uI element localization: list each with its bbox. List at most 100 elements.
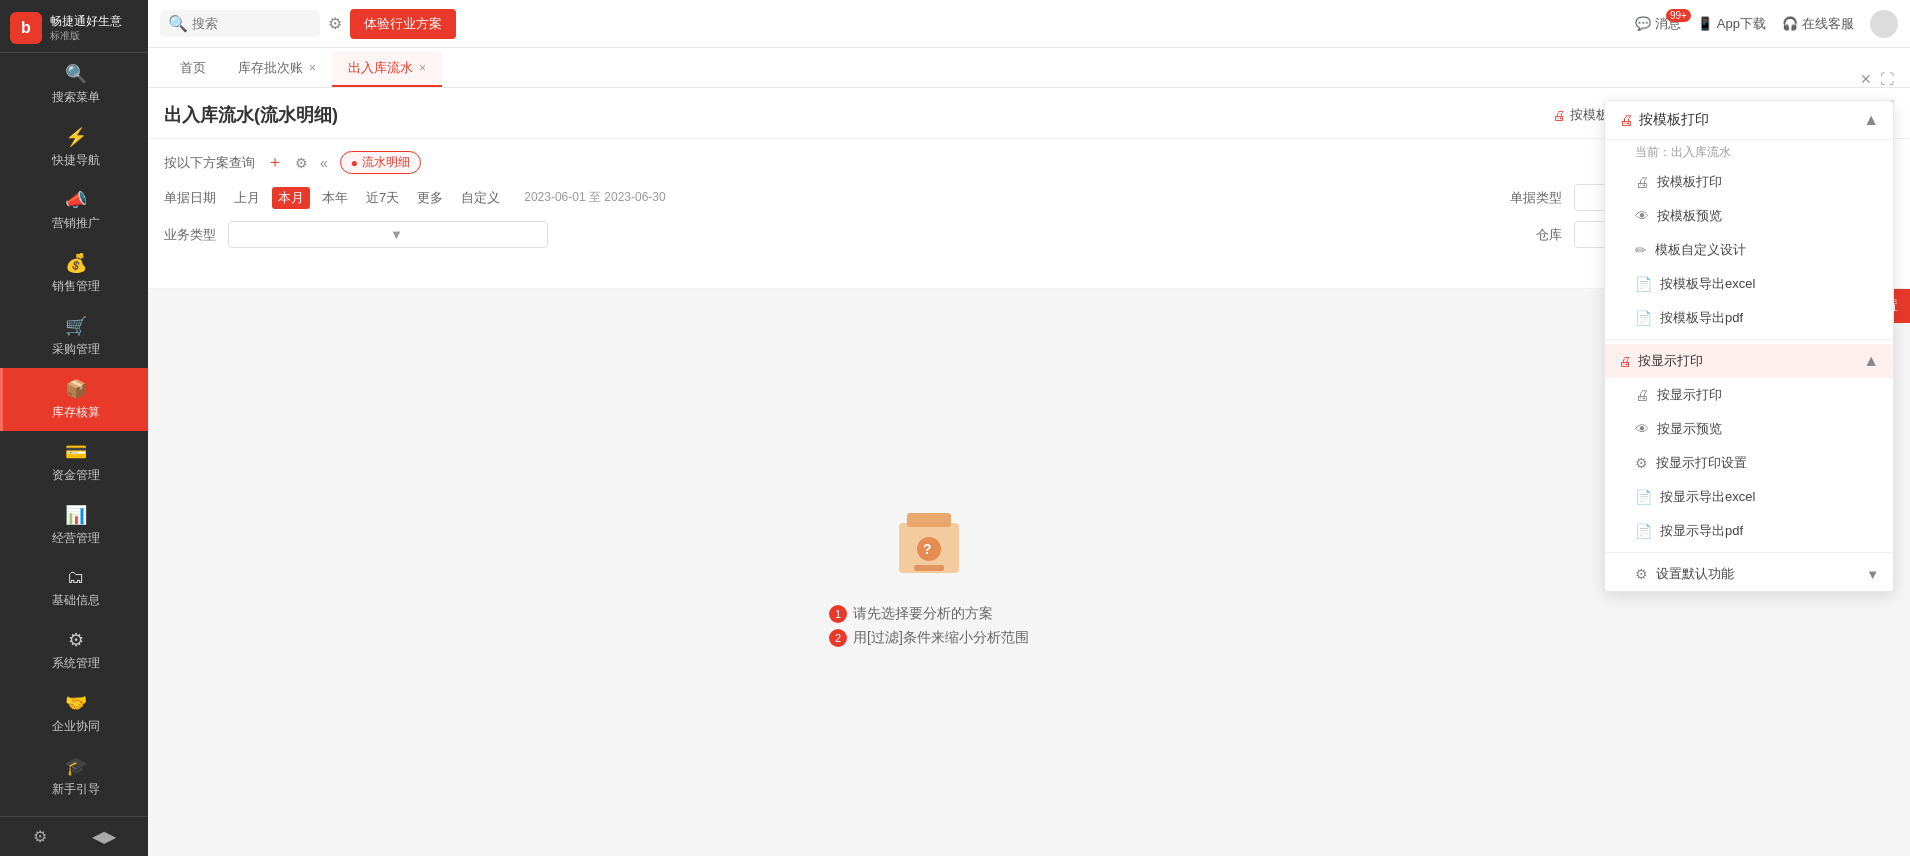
dropdown-item-template-custom[interactable]: ✏ 模板自定义设计 [1605,233,1893,267]
dropdown-current-label: 当前：出入库流水 [1605,140,1893,165]
warehouse-label: 仓库 [1536,226,1562,244]
dropdown-item-template-pdf[interactable]: 📄 按模板导出pdf [1605,301,1893,335]
basic-icon: 🗂 [67,567,85,588]
sidebar-label-enterprise: 企业协同 [52,718,100,735]
app-badge: 标准版 [50,29,122,43]
set-default-label: 设置默认功能 [1656,565,1734,583]
sidebar-item-operation[interactable]: 📊 经营管理 [0,494,148,557]
biz-type-dropdown-icon: ▼ [390,227,537,242]
empty-state: ? 1 请先选择要分析的方案 2 用[过滤]条件来缩小分析范围 [829,493,1029,653]
finance-icon: 💳 [65,441,87,463]
messages-button[interactable]: 💬 消息 99+ [1635,15,1681,33]
dropdown-item-template-preview[interactable]: 👁 按模板预览 [1605,199,1893,233]
main-content: 🔍 ⚙ 体验行业方案 💬 消息 99+ 📱 App下载 🎧 在线客服 [148,0,1910,856]
sidebar-logo: b 畅捷通好生意 标准版 [0,0,148,53]
industry-solution-button[interactable]: 体验行业方案 [350,9,456,39]
dropdown-item-set-default[interactable]: ⚙ 设置默认功能 ▼ [1605,557,1893,591]
filter-setting-button[interactable]: ⚙ [295,155,308,171]
sidebar-item-sales[interactable]: 💰 销售管理 [0,242,148,305]
biz-type-select[interactable]: ▼ [228,221,548,248]
tab-inventory-batch-label: 库存批次账 [238,59,303,77]
dropdown-collapse-arrow[interactable]: ▲ [1863,111,1879,129]
sidebar-item-purchase[interactable]: 🛒 采购管理 [0,305,148,368]
date-tabs: 上月 本月 本年 近7天 更多 自定义 [228,187,506,209]
display-print-section-icon: 🖨 [1619,354,1632,369]
tab-flow-close[interactable]: × [419,61,426,75]
dropdown-item-template-excel[interactable]: 📄 按模板导出excel [1605,267,1893,301]
tab-home[interactable]: 首页 [164,51,222,87]
sidebar-item-guide[interactable]: 🎓 新手引导 [0,745,148,808]
operation-icon: 📊 [65,504,87,526]
sidebar-item-quick-nav[interactable]: ⚡ 快捷导航 [0,116,148,179]
template-print-item-label: 按模板打印 [1657,173,1722,191]
maximize-icon[interactable]: ⛶ [1880,71,1894,87]
dropdown-item-display-print[interactable]: 🖨 按显示打印 [1605,378,1893,412]
online-service-label: 在线客服 [1802,15,1854,33]
tab-inventory-batch-close[interactable]: × [309,61,316,75]
sidebar-item-enterprise[interactable]: 🤝 企业协同 [0,682,148,745]
tag-icon: ● [351,156,358,170]
sidebar-item-marketing[interactable]: 📣 营销推广 [0,179,148,242]
sidebar-item-finance[interactable]: 💳 资金管理 [0,431,148,494]
sales-icon: 💰 [65,252,87,274]
sidebar-label-quick-nav: 快捷导航 [52,152,100,169]
date-tab-7days[interactable]: 近7天 [360,187,405,209]
sidebar-label-search-menu: 搜索菜单 [52,89,100,106]
tab-flow[interactable]: 出入库流水 × [332,51,442,87]
page-header: 出入库流水(流水明细) 🖨 按模板打印 ▲ ··· ↑ 导出 ↻ 刷新 [148,88,1910,139]
headset-icon: 🎧 [1782,16,1798,31]
flow-detail-tag[interactable]: ● 流水明细 [340,151,421,174]
print-icon: 🖨 [1553,108,1566,123]
search-input[interactable] [192,16,312,31]
sidebar-item-basic[interactable]: 🗂 基础信息 [0,557,148,619]
template-custom-item-icon: ✏ [1635,242,1647,258]
app-download-button[interactable]: 📱 App下载 [1697,15,1766,33]
dropdown-item-display-print-setting[interactable]: ⚙ 按显示打印设置 [1605,446,1893,480]
search-icon: 🔍 [168,14,188,33]
tab-flow-label: 出入库流水 [348,59,413,77]
close-tab-icon[interactable]: ✕ [1860,71,1872,87]
enterprise-icon: 🤝 [65,692,87,714]
date-tab-more[interactable]: 更多 [411,187,449,209]
topbar-gear-icon[interactable]: ⚙ [328,14,342,33]
dropdown-item-template-print[interactable]: 🖨 按模板打印 [1605,165,1893,199]
sidebar-item-system[interactable]: ⚙ 系统管理 [0,619,148,682]
date-tab-custom[interactable]: 自定义 [455,187,506,209]
template-custom-item-label: 模板自定义设计 [1655,241,1746,259]
display-print-collapse-arrow[interactable]: ▲ [1863,352,1879,370]
app-download-icon: 📱 [1697,16,1713,31]
message-badge: 99+ [1666,9,1691,22]
topbar-search-box[interactable]: 🔍 [160,10,320,37]
sidebar-item-search-menu[interactable]: 🔍 搜索菜单 [0,53,148,116]
collapse-sidebar-icon[interactable]: ◀▶ [92,827,116,846]
sidebar-label-sales: 销售管理 [52,278,100,295]
dropdown-divider2 [1605,552,1893,553]
tab-home-label: 首页 [180,59,206,77]
tip-text-2: 用[过滤]条件来缩小分析范围 [853,629,1029,647]
dropdown-divider [1605,339,1893,340]
display-pdf-item-label: 按显示导出pdf [1660,522,1743,540]
dropdown-item-display-excel[interactable]: 📄 按显示导出excel [1605,480,1893,514]
online-service-button[interactable]: 🎧 在线客服 [1782,15,1854,33]
filter-add-button[interactable]: ＋ [267,152,283,173]
user-avatar[interactable] [1870,10,1898,38]
svg-rect-1 [907,513,951,527]
date-tab-this-month[interactable]: 本月 [272,187,310,209]
filter-collapse-button[interactable]: « [320,155,328,171]
guide-icon: 🎓 [65,755,87,777]
dropdown-item-display-preview[interactable]: 👁 按显示预览 [1605,412,1893,446]
inventory-icon: 📦 [65,378,87,400]
date-tab-last-month[interactable]: 上月 [228,187,266,209]
message-icon: 💬 [1635,16,1651,31]
sidebar-nav: 🔍 搜索菜单 ⚡ 快捷导航 📣 营销推广 💰 销售管理 🛒 采购管理 📦 库存核… [0,53,148,816]
sidebar-item-inventory[interactable]: 📦 库存核算 [0,368,148,431]
settings-bottom-icon[interactable]: ⚙ [33,827,47,846]
display-print-section-header[interactable]: 🖨 按显示打印 ▲ [1605,344,1893,378]
dropdown-item-display-pdf[interactable]: 📄 按显示导出pdf [1605,514,1893,548]
date-tab-this-year[interactable]: 本年 [316,187,354,209]
tab-inventory-batch[interactable]: 库存批次账 × [222,51,332,87]
tip-num-1: 1 [829,605,847,623]
svg-rect-4 [914,565,944,571]
sidebar-item-app-center[interactable]: 🧩 应用中心 [0,808,148,816]
template-excel-item-icon: 📄 [1635,276,1652,292]
